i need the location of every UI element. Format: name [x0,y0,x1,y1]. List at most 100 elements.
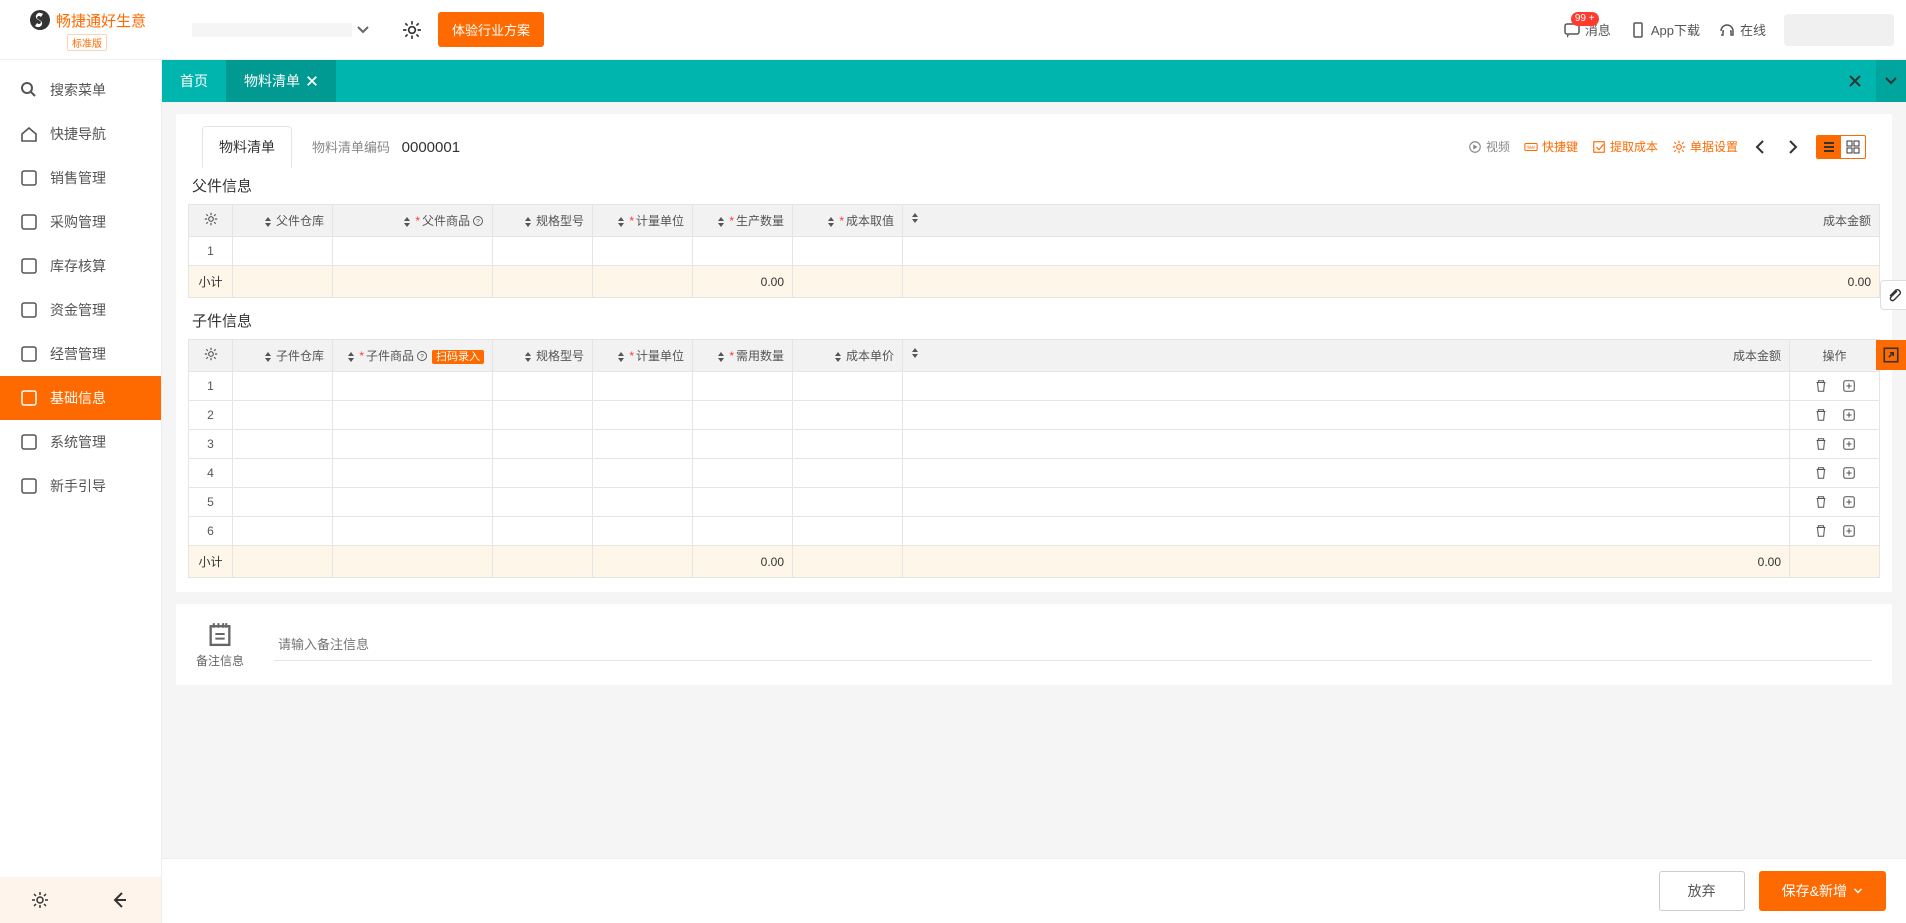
top-header: 畅捷通好生意 标准版 体验行业方案 99 + 消息 App下载 在线 [0,0,1906,60]
child-row[interactable]: 6 [189,517,1880,546]
discard-button[interactable]: 放弃 [1659,871,1745,911]
remark-input[interactable] [274,629,1872,661]
child-row[interactable]: 3 [189,430,1880,459]
sidebar-settings-icon[interactable] [31,891,49,909]
attachment-float-button[interactable] [1880,280,1906,310]
brand-logo[interactable]: 畅捷通好生意 标准版 [12,8,162,51]
col-child-spec[interactable]: 规格型号 [493,340,593,372]
logo-icon [28,8,52,32]
col-child-unit-cost[interactable]: 成本单价 [793,340,903,372]
home-icon [20,125,38,143]
scan-input-tag[interactable]: 扫码录入 [432,350,484,364]
child-row[interactable]: 2 [189,401,1880,430]
col-settings[interactable] [189,340,233,372]
sidebar-item-cart[interactable]: 销售管理 [0,156,161,200]
parent-row[interactable]: 1 [189,237,1880,266]
delete-row-icon[interactable] [1814,379,1828,393]
sidebar-item-report[interactable]: 经营管理 [0,332,161,376]
tab-bom[interactable]: 物料清单 [226,60,336,102]
col-child-unit[interactable]: *计量单位 [593,340,693,372]
col-parent-cost-amount[interactable]: 成本金额 [903,205,1880,237]
footer-bar: 放弃 保存&新增 [162,858,1906,923]
col-parent-qty[interactable]: *生产数量 [693,205,793,237]
add-row-icon[interactable] [1842,379,1856,393]
view-grid-button[interactable] [1841,136,1865,158]
action-video[interactable]: 视频 [1468,138,1510,155]
sidebar-item-base[interactable]: 基础信息 [0,376,161,420]
system-icon [20,433,38,451]
messages-button[interactable]: 99 + 消息 [1563,20,1611,39]
tabs-expand[interactable] [1876,60,1906,102]
sidebar-item-label: 系统管理 [50,432,106,452]
col-parent-unit[interactable]: *计量单位 [593,205,693,237]
brand-edition: 标准版 [67,34,107,51]
col-child-cost-amount[interactable]: 成本金额 [903,340,1790,372]
org-selector[interactable] [192,23,392,37]
sidebar-item-label: 销售管理 [50,168,106,188]
child-row[interactable]: 4 [189,459,1880,488]
fullscreen-float-button[interactable] [1876,340,1906,370]
help-icon[interactable] [472,215,484,227]
add-row-icon[interactable] [1842,466,1856,480]
delete-row-icon[interactable] [1814,524,1828,538]
col-parent-product[interactable]: *父件商品 [333,205,493,237]
col-child-qty[interactable]: *需用数量 [693,340,793,372]
org-settings-icon[interactable] [402,20,422,40]
col-settings[interactable] [189,205,233,237]
delete-row-icon[interactable] [1814,408,1828,422]
sidebar-item-stock[interactable]: 库存核算 [0,244,161,288]
col-parent-spec[interactable]: 规格型号 [493,205,593,237]
online-support-button[interactable]: 在线 [1718,20,1766,39]
action-bill-settings[interactable]: 单据设置 [1672,138,1738,155]
sidebar-item-system[interactable]: 系统管理 [0,420,161,464]
col-child-warehouse[interactable]: 子件仓库 [233,340,333,372]
gear-icon [1672,140,1686,154]
tabs-close-all[interactable] [1834,60,1876,102]
keyboard-icon [1524,140,1538,154]
child-row[interactable]: 5 [189,488,1880,517]
bom-code-label: 物料清单编码 0000001 [312,137,460,156]
add-row-icon[interactable] [1842,437,1856,451]
view-list-button[interactable] [1817,136,1841,158]
add-row-icon[interactable] [1842,495,1856,509]
chevron-down-icon [356,23,370,37]
guide-icon [20,477,38,495]
bag-icon [20,213,38,231]
note-icon [206,620,234,648]
prev-record-icon[interactable] [1752,138,1770,156]
action-extract-cost[interactable]: 提取成本 [1592,138,1658,155]
tab-close-icon[interactable] [306,75,318,87]
delete-row-icon[interactable] [1814,437,1828,451]
sidebar-item-label: 新手引导 [50,476,106,496]
form-tab-bom[interactable]: 物料清单 [202,126,292,168]
sidebar-item-guide[interactable]: 新手引导 [0,464,161,508]
delete-row-icon[interactable] [1814,495,1828,509]
next-record-icon[interactable] [1784,138,1802,156]
sidebar-item-search[interactable]: 搜索菜单 [0,68,161,112]
child-row[interactable]: 1 [189,372,1880,401]
user-avatar-block[interactable] [1784,14,1894,46]
sidebar-item-money[interactable]: 资金管理 [0,288,161,332]
delete-row-icon[interactable] [1814,466,1828,480]
sidebar-item-home[interactable]: 快捷导航 [0,112,161,156]
expand-icon [1882,346,1900,364]
save-new-button[interactable]: 保存&新增 [1759,871,1886,911]
col-parent-cost-method[interactable]: *成本取值 [793,205,903,237]
tab-home[interactable]: 首页 [162,60,226,102]
add-row-icon[interactable] [1842,408,1856,422]
experience-button[interactable]: 体验行业方案 [438,12,544,47]
help-icon[interactable] [416,350,428,362]
sidebar: 搜索菜单快捷导航销售管理采购管理库存核算资金管理经营管理基础信息系统管理新手引导 [0,60,162,923]
col-parent-warehouse[interactable]: 父件仓库 [233,205,333,237]
app-download-button[interactable]: App下载 [1629,20,1700,39]
child-section-title: 子件信息 [188,308,1880,339]
messages-badge: 99 + [1571,12,1599,26]
list-icon [1822,140,1836,154]
sidebar-collapse-icon[interactable] [112,891,130,909]
add-row-icon[interactable] [1842,524,1856,538]
view-toggle [1816,135,1866,159]
col-child-product[interactable]: *子件商品扫码录入 [333,340,493,372]
sidebar-item-bag[interactable]: 采购管理 [0,200,161,244]
action-shortcut[interactable]: 快捷键 [1524,138,1578,155]
bom-code-value: 0000001 [402,139,460,156]
